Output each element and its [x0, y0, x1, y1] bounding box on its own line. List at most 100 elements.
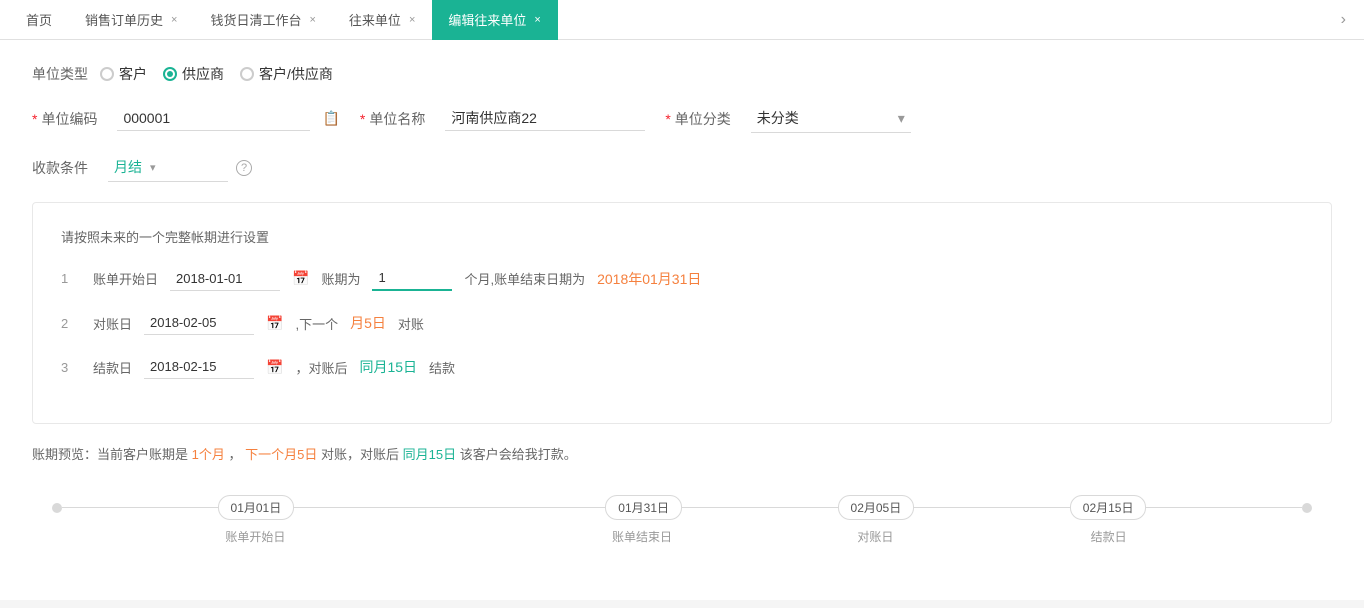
settlement-box: 请按照未来的一个完整帐期进行设置 1 账单开始日 📅 账期为 个月,账单结束日期…: [32, 202, 1332, 424]
node-bubble-4: 02月15日: [1070, 495, 1147, 520]
settle-suffix-2a: ,下一个: [295, 314, 338, 333]
radio-both[interactable]: 客户/供应商: [240, 64, 333, 84]
radio-supplier[interactable]: 供应商: [163, 64, 224, 84]
settle-row-2: 2 对账日 📅 ,下一个 月5日 对账: [61, 311, 1303, 335]
preview-highlight1: 1个月: [192, 447, 225, 462]
payment-term-label: 收款条件: [32, 158, 88, 178]
settle-row-3: 3 结款日 📅 ，对账后 同月15日 结款: [61, 355, 1303, 379]
basic-info-row: 单位编码 📋 单位名称 单位分类 未分类 ▾: [32, 104, 1332, 133]
timeline-track: 01月01日 01月31日 02月05日 02月15日: [52, 487, 1312, 528]
tab-edit-partner[interactable]: 编辑往来单位 ×: [432, 0, 557, 40]
timeline-label-4: 结款日: [1091, 528, 1127, 545]
settle-num-2: 2: [61, 316, 81, 331]
radio-customer[interactable]: 客户: [100, 64, 147, 84]
radio-label-supplier: 供应商: [182, 64, 224, 84]
unit-category-select[interactable]: 未分类 ▾: [751, 104, 911, 133]
timeline-line-2: [294, 507, 605, 508]
preview-prefix: 账期预览：当前客户账期是: [32, 447, 188, 462]
chevron-down-icon: ▾: [898, 110, 905, 127]
copy-icon[interactable]: 📋: [322, 110, 339, 127]
close-partner-units[interactable]: ×: [409, 14, 415, 26]
node-bubble-2: 01月31日: [605, 495, 682, 520]
calendar-icon-1[interactable]: 📅: [292, 270, 309, 287]
timeline-node-3: 02月05日: [838, 495, 915, 520]
payment-term-field: 收款条件 月结 ▾ ?: [32, 153, 252, 182]
help-icon[interactable]: ?: [236, 160, 252, 176]
timeline-start-dot: [52, 503, 62, 513]
unit-code-field: 单位编码 📋: [32, 106, 340, 131]
period-input-1[interactable]: [372, 266, 452, 291]
settle-date-3[interactable]: [144, 355, 254, 379]
settle-num-1: 1: [61, 271, 81, 286]
timeline-label-2: 账单结束日: [612, 528, 672, 545]
radio-label-both: 客户/供应商: [259, 64, 333, 84]
tab-sales-history[interactable]: 销售订单历史 ×: [69, 0, 194, 40]
calendar-icon-3[interactable]: 📅: [266, 359, 283, 376]
payment-term-dropdown[interactable]: 月结 ▾: [108, 153, 228, 182]
period-unit-1: 个月,账单结束日期为: [464, 269, 585, 288]
preview-highlight3: 同月15日: [403, 447, 456, 462]
tab-partner-units[interactable]: 往来单位 ×: [333, 0, 432, 40]
unit-type-radio-group: 客户 供应商 客户/供应商: [100, 64, 333, 84]
tab-cash-ledger[interactable]: 钱货日清工作台 ×: [194, 0, 332, 40]
unit-category-value: 未分类: [757, 108, 799, 128]
period-end-highlight-1: 2018年01月31日: [597, 269, 701, 289]
timeline-line-1: [62, 507, 218, 508]
preview-highlight2: 下一个月5日: [245, 447, 317, 462]
unit-category-label: 单位分类: [665, 109, 730, 129]
payment-term-value: 月结: [114, 157, 142, 177]
radio-circle-supplier: [163, 67, 177, 81]
unit-type-label: 单位类型: [32, 64, 88, 84]
tab-home[interactable]: 首页: [10, 0, 69, 40]
timeline-label-1: 账单开始日: [225, 528, 285, 545]
more-tabs-button[interactable]: ›: [1333, 11, 1354, 29]
payment-term-row: 收款条件 月结 ▾ ?: [32, 153, 1332, 182]
close-sales-history[interactable]: ×: [171, 14, 177, 26]
preview-suffix: 该客户会给我打款。: [460, 447, 577, 462]
timeline-end-dot: [1302, 503, 1312, 513]
preview-section: 账期预览：当前客户账期是 1个月 ， 下一个月5日 对账，对账后 同月15日 该…: [32, 444, 1332, 463]
settle-suffix-2b: 对账: [398, 314, 424, 333]
radio-circle-customer: [100, 67, 114, 81]
timeline-labels: 账单开始日 账单结束日 对账日 结款日: [52, 528, 1312, 545]
timeline-line-5: [1146, 507, 1302, 508]
settle-label-1: 账单开始日: [93, 269, 158, 288]
settle-suffix-3b: 结款: [429, 358, 455, 377]
preview-middle1: ，: [229, 447, 242, 462]
unit-code-label: 单位编码: [32, 109, 97, 129]
timeline-node-1: 01月01日: [218, 495, 295, 520]
unit-type-row: 单位类型 客户 供应商 客户/供应商: [32, 64, 1332, 84]
unit-name-label: 单位名称: [360, 109, 425, 129]
settle-num-3: 3: [61, 360, 81, 375]
unit-name-field: 单位名称: [360, 106, 645, 131]
settle-date-1[interactable]: [170, 267, 280, 291]
unit-name-input[interactable]: [445, 106, 645, 131]
dropdown-chevron-icon: ▾: [150, 161, 156, 174]
settle-date-2[interactable]: [144, 311, 254, 335]
settle-highlight-3: 同月15日: [359, 357, 417, 377]
unit-code-input[interactable]: [117, 106, 310, 131]
radio-label-customer: 客户: [119, 64, 147, 84]
node-bubble-1: 01月01日: [218, 495, 295, 520]
period-label-1: 账期为: [321, 269, 360, 288]
timeline-container: 01月01日 01月31日 02月05日 02月15日: [32, 487, 1332, 545]
settlement-instruction: 请按照未来的一个完整帐期进行设置: [61, 227, 1303, 246]
close-edit-partner[interactable]: ×: [534, 14, 540, 26]
close-cash-ledger[interactable]: ×: [309, 14, 315, 26]
unit-category-field: 单位分类 未分类 ▾: [665, 104, 910, 133]
main-content: 单位类型 客户 供应商 客户/供应商 单位编码 📋 单位名称: [0, 40, 1364, 600]
settle-highlight-2: 月5日: [350, 313, 386, 333]
timeline-node-4: 02月15日: [1070, 495, 1147, 520]
timeline-line-3: [682, 507, 838, 508]
settle-label-3: 结款日: [93, 358, 132, 377]
settle-label-2: 对账日: [93, 314, 132, 333]
radio-circle-both: [240, 67, 254, 81]
timeline-line-4: [914, 507, 1070, 508]
settle-suffix-3a: ，对账后: [295, 358, 347, 377]
preview-middle2: 对账，对账后: [321, 447, 399, 462]
payment-term-btn[interactable]: 月结 ▾: [108, 153, 228, 182]
settle-row-1: 1 账单开始日 📅 账期为 个月,账单结束日期为 2018年01月31日: [61, 266, 1303, 291]
tab-bar: 首页 销售订单历史 × 钱货日清工作台 × 往来单位 × 编辑往来单位 × ›: [0, 0, 1364, 40]
calendar-icon-2[interactable]: 📅: [266, 315, 283, 332]
timeline-node-2: 01月31日: [605, 495, 682, 520]
